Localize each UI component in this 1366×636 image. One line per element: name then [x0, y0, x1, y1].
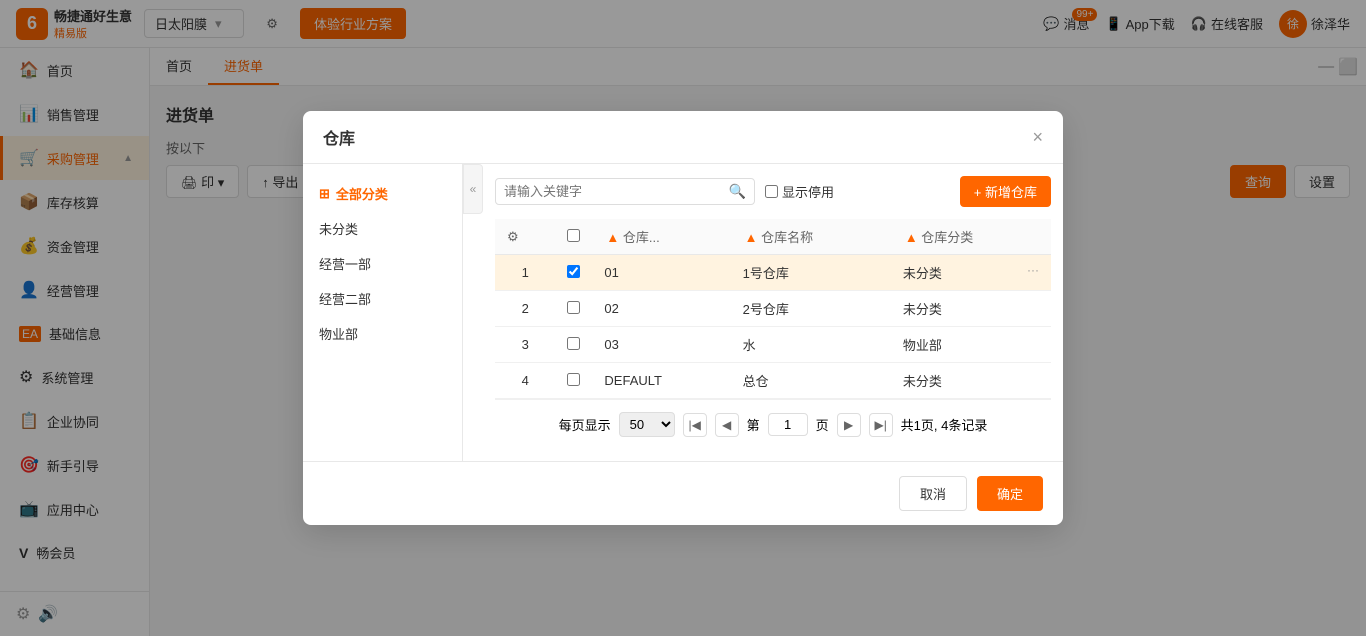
prev-page-button[interactable]: ◀: [715, 413, 739, 437]
row-checkbox-cell[interactable]: [555, 255, 592, 291]
sort-name-icon: ▲: [745, 230, 758, 245]
show-disabled-checkbox[interactable]: [765, 185, 778, 198]
show-disabled-label[interactable]: 显示停用: [765, 182, 834, 201]
grid-icon: ⊞: [319, 186, 330, 202]
table-header-row: ⚙ ▲ 仓库... ▲ 仓库名称: [495, 219, 1051, 255]
row-code: 03: [592, 327, 730, 363]
page-input[interactable]: [768, 413, 808, 436]
table-container: ⚙ ▲ 仓库... ▲ 仓库名称: [495, 219, 1051, 399]
modal-sidebar-label-property: 物业部: [319, 324, 358, 343]
modal-footer: 取消 确定: [303, 461, 1063, 525]
warehouse-table: ⚙ ▲ 仓库... ▲ 仓库名称: [495, 219, 1051, 399]
modal-sidebar-all-header[interactable]: ⊞ 全部分类: [303, 176, 462, 211]
modal-sidebar-item-dept2[interactable]: 经营二部: [303, 281, 462, 316]
modal-sidebar-label-dept2: 经营二部: [319, 289, 371, 308]
modal-sidebar-item-uncategorized[interactable]: 未分类: [303, 211, 462, 246]
row-checkbox-cell[interactable]: [555, 291, 592, 327]
col-gear: ⚙: [495, 219, 555, 255]
row-checkbox-cell[interactable]: [555, 363, 592, 399]
row-checkbox[interactable]: [567, 301, 580, 314]
search-input[interactable]: [504, 184, 729, 199]
modal-sidebar-item-dept1[interactable]: 经营一部: [303, 246, 462, 281]
modal-sidebar: ⊞ 全部分类 未分类 经营一部 经营二部 物业部: [303, 164, 463, 461]
row-checkbox[interactable]: [567, 265, 580, 278]
modal-sidebar-item-property[interactable]: 物业部: [303, 316, 462, 351]
last-page-button[interactable]: ▶|: [869, 413, 893, 437]
row-name: 总仓: [731, 363, 891, 399]
col-name-header[interactable]: ▲ 仓库名称: [731, 219, 891, 255]
row-checkbox[interactable]: [567, 373, 580, 386]
sort-category-icon: ▲: [905, 230, 918, 245]
page-label2: 页: [816, 415, 829, 434]
search-box: 🔍: [495, 178, 755, 205]
modal-close-button[interactable]: ×: [1032, 127, 1043, 148]
col-category-header[interactable]: ▲ 仓库分类: [891, 219, 1051, 255]
page-size-select[interactable]: 50 10 20 100: [619, 412, 675, 437]
table-row[interactable]: 4 DEFAULT 总仓 未分类: [495, 363, 1051, 399]
row-name: 2号仓库: [731, 291, 891, 327]
row-category: 未分类···: [891, 255, 1051, 291]
table-row[interactable]: 3 03 水 物业部: [495, 327, 1051, 363]
row-category: 未分类: [891, 363, 1051, 399]
next-page-button[interactable]: ▶: [837, 413, 861, 437]
show-disabled-text: 显示停用: [782, 182, 834, 201]
table-row[interactable]: 1 01 1号仓库 未分类···: [495, 255, 1051, 291]
modal-header: 仓库 ×: [303, 111, 1063, 164]
pagination: 每页显示 50 10 20 100 |◀ ◀ 第 页 ▶ ▶| 共1页, 4条记…: [495, 399, 1051, 449]
modal-overlay[interactable]: 仓库 × ⊞ 全部分类 未分类 经营一部 经营二部: [0, 0, 1366, 636]
col-code-header[interactable]: ▲ 仓库...: [592, 219, 730, 255]
page-size-label: 每页显示: [559, 415, 611, 434]
confirm-button[interactable]: 确定: [977, 476, 1043, 511]
gear-col-icon: ⚙: [507, 229, 519, 244]
sort-up-icon: ▲: [606, 230, 619, 245]
row-category: 未分类: [891, 291, 1051, 327]
select-all-checkbox[interactable]: [567, 229, 580, 242]
row-num: 1: [495, 255, 555, 291]
col-select-all[interactable]: [555, 219, 592, 255]
modal-toolbar: 🔍 显示停用 + 新增仓库: [495, 176, 1051, 207]
modal-sidebar-label-uncategorized: 未分类: [319, 219, 358, 238]
first-page-button[interactable]: |◀: [683, 413, 707, 437]
row-name: 1号仓库: [731, 255, 891, 291]
row-num: 2: [495, 291, 555, 327]
row-code: 02: [592, 291, 730, 327]
row-code: DEFAULT: [592, 363, 730, 399]
modal-body: ⊞ 全部分类 未分类 经营一部 经营二部 物业部 «: [303, 164, 1063, 461]
page-label: 第: [747, 415, 760, 434]
modal-main: 🔍 显示停用 + 新增仓库 ⚙: [483, 164, 1063, 461]
row-name: 水: [731, 327, 891, 363]
collapse-sidebar-button[interactable]: «: [463, 164, 483, 214]
modal-title: 仓库: [323, 125, 355, 149]
cancel-button[interactable]: 取消: [899, 476, 967, 511]
modal-sidebar-label-dept1: 经营一部: [319, 254, 371, 273]
row-code: 01: [592, 255, 730, 291]
row-num: 4: [495, 363, 555, 399]
row-category: 物业部: [891, 327, 1051, 363]
table-row[interactable]: 2 02 2号仓库 未分类: [495, 291, 1051, 327]
modal-sidebar-all-label: 全部分类: [336, 184, 388, 203]
new-warehouse-button[interactable]: + 新增仓库: [960, 176, 1051, 207]
warehouse-modal: 仓库 × ⊞ 全部分类 未分类 经营一部 经营二部: [303, 111, 1063, 525]
row-checkbox[interactable]: [567, 337, 580, 350]
total-info: 共1页, 4条记录: [901, 415, 988, 434]
row-checkbox-cell[interactable]: [555, 327, 592, 363]
row-num: 3: [495, 327, 555, 363]
search-icon[interactable]: 🔍: [729, 183, 746, 200]
